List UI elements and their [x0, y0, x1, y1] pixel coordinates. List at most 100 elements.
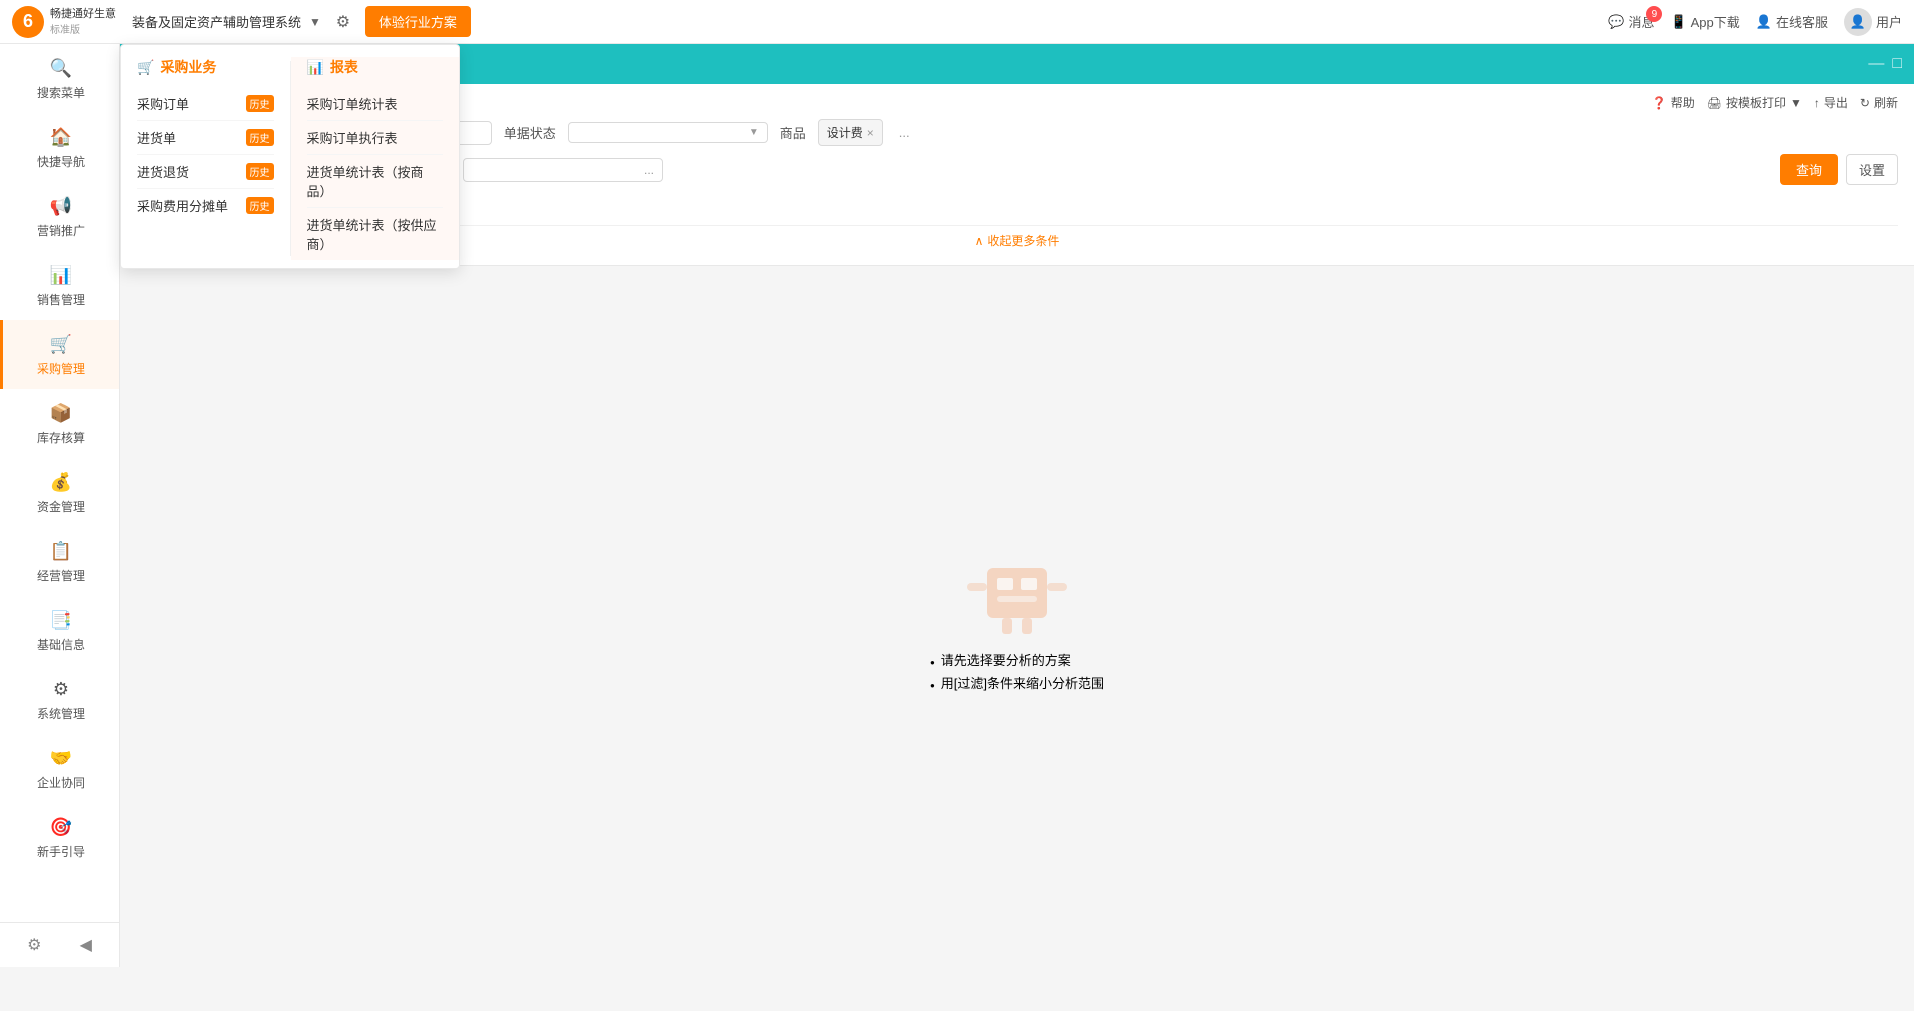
top-center: 装备及固定资产辅助管理系统 ▼ ⚙ 体验行业方案 — [132, 6, 1608, 37]
print-dropdown-icon: ▼ — [1790, 96, 1802, 110]
marketing-icon: 📢 — [49, 194, 73, 218]
sidebar-item-marketing[interactable]: 📢 营销推广 — [0, 182, 119, 251]
settings-btn-filter[interactable]: 设置 — [1846, 154, 1898, 185]
home-icon: 🏠 — [49, 125, 73, 149]
top-bar: 6 畅捷通好生意 标准版 装备及固定资产辅助管理系统 ▼ ⚙ 体验行业方案 💬 … — [0, 0, 1914, 44]
phone-icon: 📱 — [1670, 14, 1686, 30]
dropdown-col-purchase: 🛒 采购业务 采购订单 历史 进货单 历史 进货退货 历史 采购费用分摊单 — [121, 57, 290, 260]
salesperson-dots: ... — [644, 163, 654, 177]
empty-tip-2: 用[过滤]条件来缩小分析范围 — [930, 673, 1104, 692]
online-service-btn[interactable]: 👤 在线客服 — [1756, 12, 1828, 31]
sidebar-collapse-btn[interactable]: ◀ — [80, 935, 92, 955]
tab-maximize-btn[interactable]: □ — [1892, 55, 1902, 73]
history-badge-0: 历史 — [246, 95, 274, 112]
empty-state: 请先选择要分析的方案 用[过滤]条件来缩小分析范围 — [930, 538, 1104, 696]
empty-tip-1: 请先选择要分析的方案 — [930, 650, 1104, 669]
message-badge: 9 — [1646, 6, 1662, 22]
logo-icon: 6 — [12, 6, 44, 38]
sidebar-item-search[interactable]: 🔍 搜索菜单 — [0, 44, 119, 113]
system-name: 装备及固定资产辅助管理系统 — [132, 12, 301, 31]
tab-right: — □ — [1868, 55, 1910, 73]
status-label: 单据状态 — [504, 123, 556, 142]
goods-tag-close[interactable]: × — [867, 126, 874, 140]
user-area[interactable]: 👤 用户 — [1844, 8, 1902, 36]
logo-text: 畅捷通好生意 — [50, 7, 116, 21]
empty-tips: 请先选择要分析的方案 用[过滤]条件来缩小分析范围 — [930, 650, 1104, 696]
sidebar-item-operations[interactable]: 📋 经营管理 — [0, 527, 119, 596]
goods-dots[interactable]: ... — [895, 125, 914, 140]
tab-minimize-btn[interactable]: — — [1868, 55, 1884, 73]
dropdown-col-reports: 📊 报表 采购订单统计表 采购订单执行表 进货单统计表（按商品） 进货单统计表（… — [291, 57, 460, 260]
history-badge-3: 历史 — [246, 197, 274, 214]
query-btn[interactable]: 查询 — [1780, 154, 1838, 185]
history-badge-1: 历史 — [246, 129, 274, 146]
inventory-icon: 📦 — [49, 401, 73, 425]
system-dropdown-btn[interactable]: ▼ — [309, 15, 321, 29]
export-btn[interactable]: ↑ 导出 — [1814, 94, 1848, 111]
export-icon: ↑ — [1814, 96, 1820, 110]
goods-tag: 设计费 × — [818, 119, 883, 146]
sidebar-item-purchase[interactable]: 🛒 采购管理 — [0, 320, 119, 389]
sales-icon: 📊 — [49, 263, 73, 287]
sidebar-bottom: ⚙ ◀ — [0, 922, 119, 967]
print-icon: 🖨 — [1707, 96, 1722, 110]
dropdown-cols: 🛒 采购业务 采购订单 历史 进货单 历史 进货退货 历史 采购费用分摊单 — [121, 57, 459, 260]
dropdown-menu: 🛒 采购业务 采购订单 历史 进货单 历史 进货退货 历史 采购费用分摊单 — [120, 44, 460, 269]
dropdown-item-po-stats[interactable]: 采购订单统计表 — [307, 87, 444, 121]
dropdown-item-inbound-supplier[interactable]: 进货单统计表（按供应商） — [307, 208, 444, 260]
status-select-area[interactable]: ▼ — [568, 122, 768, 143]
main-content: 请先选择要分析的方案 用[过滤]条件来缩小分析范围 — [120, 266, 1914, 967]
dropdown-item-purchase-order[interactable]: 采购订单 历史 — [137, 87, 274, 121]
message-btn[interactable]: 💬 消息 9 — [1608, 12, 1654, 31]
industry-btn[interactable]: 体验行业方案 — [365, 6, 471, 37]
help-btn[interactable]: ❓ 帮助 — [1652, 94, 1695, 111]
logo-sub: 标准版 — [50, 21, 116, 36]
app-download-btn[interactable]: 📱 App下载 — [1670, 12, 1739, 31]
filter-actions: 查询 设置 — [1780, 154, 1898, 185]
sidebar-item-newbie[interactable]: 🎯 新手引导 — [0, 803, 119, 872]
refresh-btn[interactable]: ↻ 刷新 — [1860, 94, 1898, 111]
dropdown-overlay: 🛒 采购业务 采购订单 历史 进货单 历史 进货退货 历史 采购费用分摊单 — [120, 44, 460, 269]
dropdown-item-expense[interactable]: 采购费用分摊单 历史 — [137, 189, 274, 222]
logo-area: 6 畅捷通好生意 标准版 — [12, 6, 132, 38]
finance-icon: 💰 — [49, 470, 73, 494]
dropdown-item-inbound[interactable]: 进货单 历史 — [137, 121, 274, 155]
search-icon: 🔍 — [49, 56, 73, 80]
sidebar-item-system[interactable]: ⚙ 系统管理 — [0, 665, 119, 734]
sidebar-item-inventory[interactable]: 📦 库存核算 — [0, 389, 119, 458]
top-right: 💬 消息 9 📱 App下载 👤 在线客服 👤 用户 — [1608, 8, 1902, 36]
system-icon: ⚙ — [49, 677, 73, 701]
history-badge-2: 历史 — [246, 163, 274, 180]
sidebar-item-basic[interactable]: 📑 基础信息 — [0, 596, 119, 665]
settings-icon-btn[interactable]: ⚙ — [329, 8, 357, 36]
avatar-icon: 👤 — [1850, 14, 1866, 30]
purchase-icon: 🛒 — [49, 332, 73, 356]
enterprise-icon: 🤝 — [49, 746, 73, 770]
dropdown-item-return[interactable]: 进货退货 历史 — [137, 155, 274, 189]
sidebar-item-enterprise[interactable]: 🤝 企业协同 — [0, 734, 119, 803]
reports-col-icon: 📊 — [307, 59, 324, 76]
sidebar-settings-btn[interactable]: ⚙ — [27, 935, 41, 955]
sidebar-item-finance[interactable]: 💰 资金管理 — [0, 458, 119, 527]
avatar: 👤 — [1844, 8, 1872, 36]
sidebar-item-quick[interactable]: 🏠 快捷导航 — [0, 113, 119, 182]
dropdown-item-po-exec[interactable]: 采购订单执行表 — [307, 121, 444, 155]
message-icon: 💬 — [1608, 14, 1624, 30]
sidebar: 🔍 搜索菜单 🏠 快捷导航 📢 营销推广 📊 销售管理 🛒 采购管理 📦 库存核… — [0, 44, 120, 967]
salesperson-select-area[interactable]: ... — [463, 158, 663, 182]
template-print-btn[interactable]: 🖨 按模板打印 ▼ — [1707, 94, 1802, 111]
dropdown-item-inbound-goods[interactable]: 进货单统计表（按商品） — [307, 155, 444, 208]
dropdown-col1-title: 🛒 采购业务 — [137, 57, 274, 77]
collapse-icon: ∧ — [975, 234, 984, 248]
purchase-col-icon: 🛒 — [137, 59, 154, 76]
refresh-icon: ↻ — [1860, 96, 1870, 110]
empty-illustration — [957, 538, 1077, 638]
operations-icon: 📋 — [49, 539, 73, 563]
goods-label: 商品 — [780, 123, 806, 142]
newbie-icon: 🎯 — [49, 815, 73, 839]
basic-icon: 📑 — [49, 608, 73, 632]
service-icon: 👤 — [1756, 14, 1772, 30]
sidebar-item-sales[interactable]: 📊 销售管理 — [0, 251, 119, 320]
chevron-down-icon: ▼ — [749, 127, 759, 138]
dropdown-col2-title: 📊 报表 — [307, 57, 444, 77]
